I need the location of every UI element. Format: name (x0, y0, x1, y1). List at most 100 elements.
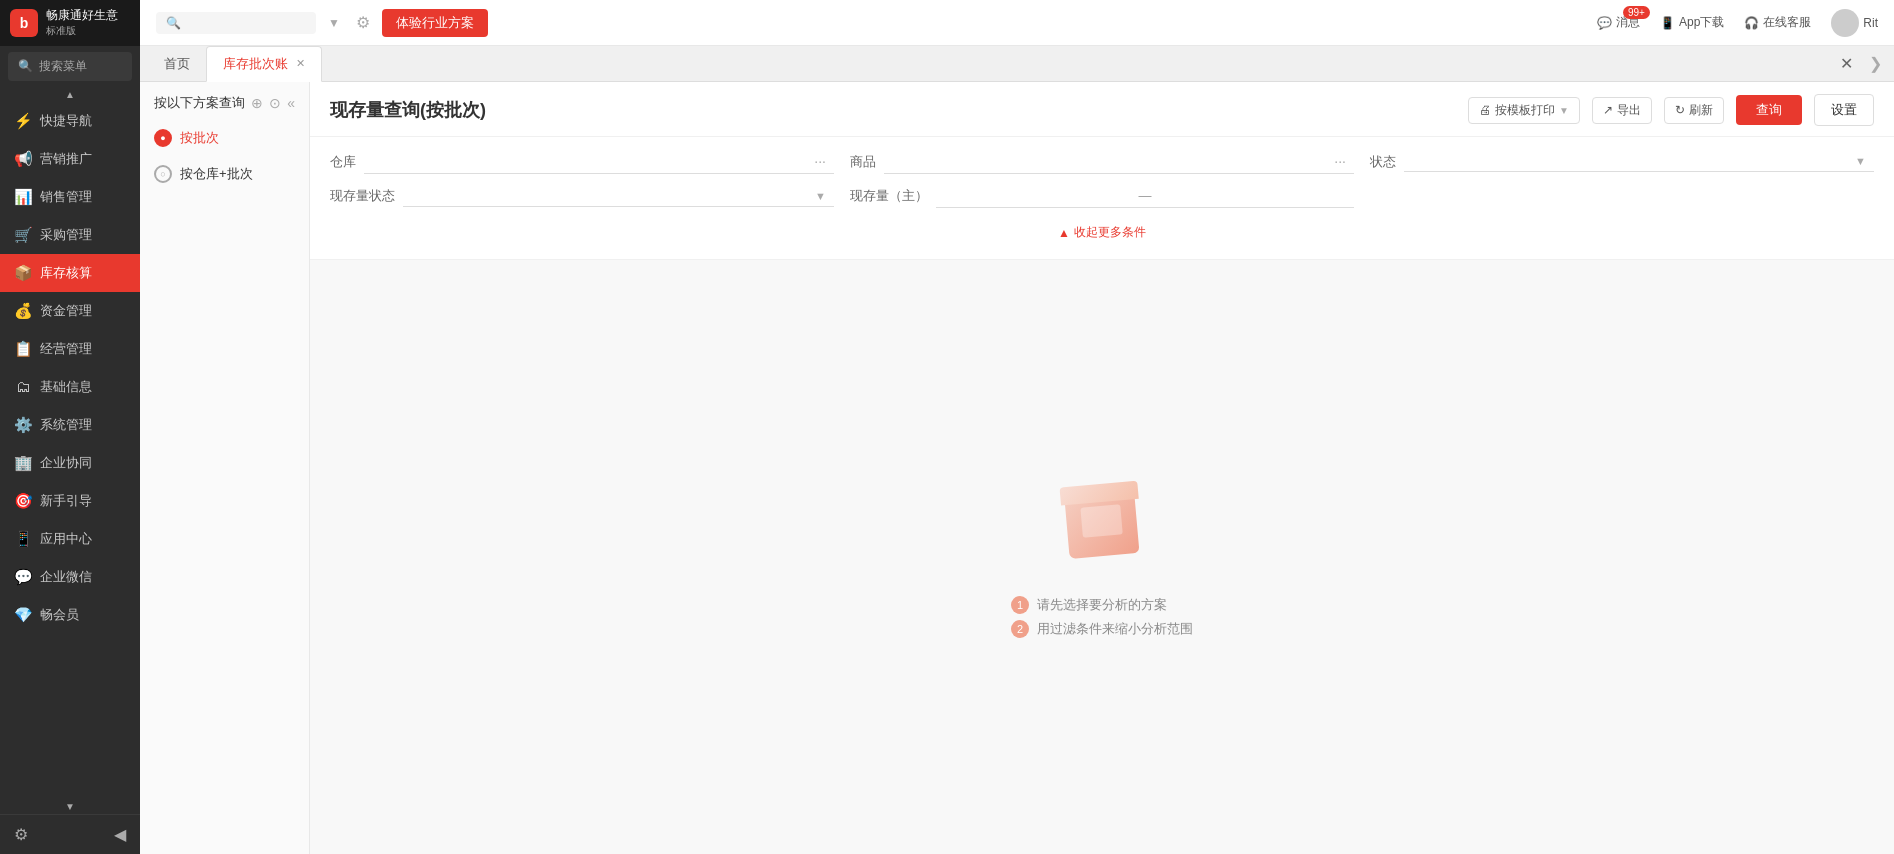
settings-button[interactable]: 设置 (1814, 94, 1874, 126)
empty-state: 1 请先选择要分析的方案 2 用过滤条件来缩小分析范围 (310, 260, 1894, 854)
sidebar-item-label: 销售管理 (40, 188, 92, 206)
query-button[interactable]: 查询 (1736, 95, 1802, 125)
tab-batch[interactable]: 库存批次账 ✕ (206, 46, 322, 82)
collapse-more-btn[interactable]: ▲ 收起更多条件 (330, 218, 1874, 247)
sidebar-item-sales[interactable]: 📊 销售管理 (0, 178, 140, 216)
sidebar-item-label: 新手引导 (40, 492, 92, 510)
purchase-icon: 🛒 (14, 226, 32, 244)
warehouse-batch-icon: ○ (154, 165, 172, 183)
operations-icon: 📋 (14, 340, 32, 358)
scroll-down-arrow[interactable]: ▼ (0, 799, 140, 814)
topbar-gear-icon[interactable]: ⚙ (356, 13, 370, 32)
inventory-qty-max[interactable] (1156, 188, 1347, 203)
sidebar-item-operations[interactable]: 📋 经营管理 (0, 330, 140, 368)
warehouse-input[interactable] (372, 154, 810, 169)
sidebar-item-finance[interactable]: 💰 资金管理 (0, 292, 140, 330)
topbar-search-input[interactable] (187, 16, 306, 30)
goods-filter: 商品 ··· (850, 149, 1354, 174)
inventory-qty-dash: — (1135, 188, 1156, 203)
status-select-box[interactable]: ▼ (1404, 151, 1874, 172)
sidebar-item-wechat[interactable]: 💬 企业微信 (0, 558, 140, 596)
search-label: 搜索菜单 (39, 58, 87, 75)
topbar-dropdown-icon[interactable]: ▼ (328, 16, 340, 30)
sidebar-item-label: 系统管理 (40, 416, 92, 434)
messages-badge: 99+ (1623, 6, 1650, 19)
inventory-qty-range: — (936, 184, 1354, 208)
sidebar-item-enterprise[interactable]: 🏢 企业协同 (0, 444, 140, 482)
topbar-search-box[interactable]: 🔍 (156, 12, 316, 34)
panel-close-btn[interactable]: ✕ (1832, 54, 1861, 73)
collapse-icon[interactable]: ◀ (114, 825, 126, 844)
settings-small-icon[interactable]: ⊙ (269, 95, 281, 111)
print-dropdown-icon[interactable]: ▼ (1559, 105, 1569, 116)
topbar-right: 💬 消息 99+ 📱 App下载 🎧 在线客服 Rit (1597, 9, 1878, 37)
messages-btn[interactable]: 💬 消息 99+ (1597, 14, 1640, 31)
empty-hint-2: 2 用过滤条件来缩小分析范围 (1011, 620, 1193, 638)
sidebar-item-quick-nav[interactable]: ⚡ 快捷导航 (0, 102, 140, 140)
warehouse-batch-label: 按仓库+批次 (180, 165, 253, 183)
settings-icon[interactable]: ⚙ (14, 825, 28, 844)
inventory-icon: 📦 (14, 264, 32, 282)
inventory-status-dropdown[interactable]: ▼ (815, 190, 826, 202)
status-dropdown-icon[interactable]: ▼ (1855, 155, 1866, 167)
sidebar-item-inventory[interactable]: 📦 库存核算 (0, 254, 140, 292)
left-panel-item-warehouse-batch[interactable]: ○ 按仓库+批次 (140, 156, 309, 192)
left-panel-item-batch[interactable]: ● 按批次 (140, 120, 309, 156)
search-icon: 🔍 (18, 59, 33, 73)
goods-input[interactable] (892, 154, 1330, 169)
sidebar-item-label: 资金管理 (40, 302, 92, 320)
empty-illustration (1052, 476, 1152, 576)
inventory-status-label: 现存量状态 (330, 187, 395, 205)
newbie-icon: 🎯 (14, 492, 32, 510)
online-service-btn[interactable]: 🎧 在线客服 (1744, 14, 1811, 31)
experience-btn[interactable]: 体验行业方案 (382, 9, 488, 37)
phone-icon: 📱 (1660, 16, 1675, 30)
goods-dots[interactable]: ··· (1334, 153, 1346, 169)
right-panel: 现存量查询(按批次) 🖨 按模板打印 ▼ ↗ 导出 ↻ 刷新 (310, 82, 1894, 854)
sidebar: b 畅康通好生意 标准版 🔍 搜索菜单 ▲ ⚡ 快捷导航 📢 营销推广 📊 销售… (0, 0, 140, 854)
inventory-qty-min[interactable] (944, 188, 1135, 203)
goods-input-box[interactable]: ··· (884, 149, 1354, 174)
sidebar-search[interactable]: 🔍 搜索菜单 (8, 52, 132, 81)
collapse-left-icon[interactable]: « (287, 95, 295, 111)
app-name: 畅康通好生意 (46, 8, 118, 24)
tab-close-icon[interactable]: ✕ (296, 57, 305, 70)
hint-text-2: 用过滤条件来缩小分析范围 (1037, 620, 1193, 638)
refresh-btn[interactable]: ↻ 刷新 (1664, 97, 1724, 124)
sidebar-item-purchase[interactable]: 🛒 采购管理 (0, 216, 140, 254)
user-profile[interactable]: Rit (1831, 9, 1878, 37)
app-download-btn[interactable]: 📱 App下载 (1660, 14, 1724, 31)
export-btn[interactable]: ↗ 导出 (1592, 97, 1652, 124)
warehouse-label: 仓库 (330, 153, 356, 171)
sidebar-nav: ⚡ 快捷导航 📢 营销推广 📊 销售管理 🛒 采购管理 📦 库存核算 💰 资金管… (0, 102, 140, 799)
sidebar-item-marketing[interactable]: 📢 营销推广 (0, 140, 140, 178)
export-icon: ↗ (1603, 103, 1613, 117)
print-btn[interactable]: 🖨 按模板打印 ▼ (1468, 97, 1580, 124)
topbar: 🔍 ▼ ⚙ 体验行业方案 💬 消息 99+ 📱 App下载 🎧 在线客服 Rit (140, 0, 1894, 46)
sidebar-item-newbie[interactable]: 🎯 新手引导 (0, 482, 140, 520)
sidebar-item-label: 企业协同 (40, 454, 92, 472)
sidebar-item-vip[interactable]: 💎 畅会员 (0, 596, 140, 634)
inventory-status-select[interactable]: ▼ (403, 186, 834, 207)
tab-expand-icon[interactable]: ❯ (1865, 54, 1886, 73)
sidebar-item-label: 营销推广 (40, 150, 92, 168)
inventory-qty-filter: 现存量（主） — (850, 184, 1354, 208)
tab-batch-label: 库存批次账 (223, 55, 288, 73)
finance-icon: 💰 (14, 302, 32, 320)
tab-home[interactable]: 首页 (148, 46, 206, 82)
warehouse-dots[interactable]: ··· (814, 153, 826, 169)
sidebar-item-apps[interactable]: 📱 应用中心 (0, 520, 140, 558)
content-area: 按以下方案查询 ⊕ ⊙ « ● 按批次 ○ 按仓库+批次 现存量查询(按批次) (140, 82, 1894, 854)
apps-icon: 📱 (14, 530, 32, 548)
add-icon[interactable]: ⊕ (251, 95, 263, 111)
enterprise-icon: 🏢 (14, 454, 32, 472)
inventory-status-filter: 现存量状态 ▼ (330, 186, 834, 207)
page-title: 现存量查询(按批次) (330, 98, 486, 122)
scroll-up-arrow[interactable]: ▲ (0, 87, 140, 102)
warehouse-input-box[interactable]: ··· (364, 149, 834, 174)
main-area: 🔍 ▼ ⚙ 体验行业方案 💬 消息 99+ 📱 App下载 🎧 在线客服 Rit (140, 0, 1894, 854)
sidebar-item-system[interactable]: ⚙️ 系统管理 (0, 406, 140, 444)
sidebar-item-label: 采购管理 (40, 226, 92, 244)
sidebar-item-basic[interactable]: 🗂 基础信息 (0, 368, 140, 406)
inventory-qty-label: 现存量（主） (850, 187, 928, 205)
